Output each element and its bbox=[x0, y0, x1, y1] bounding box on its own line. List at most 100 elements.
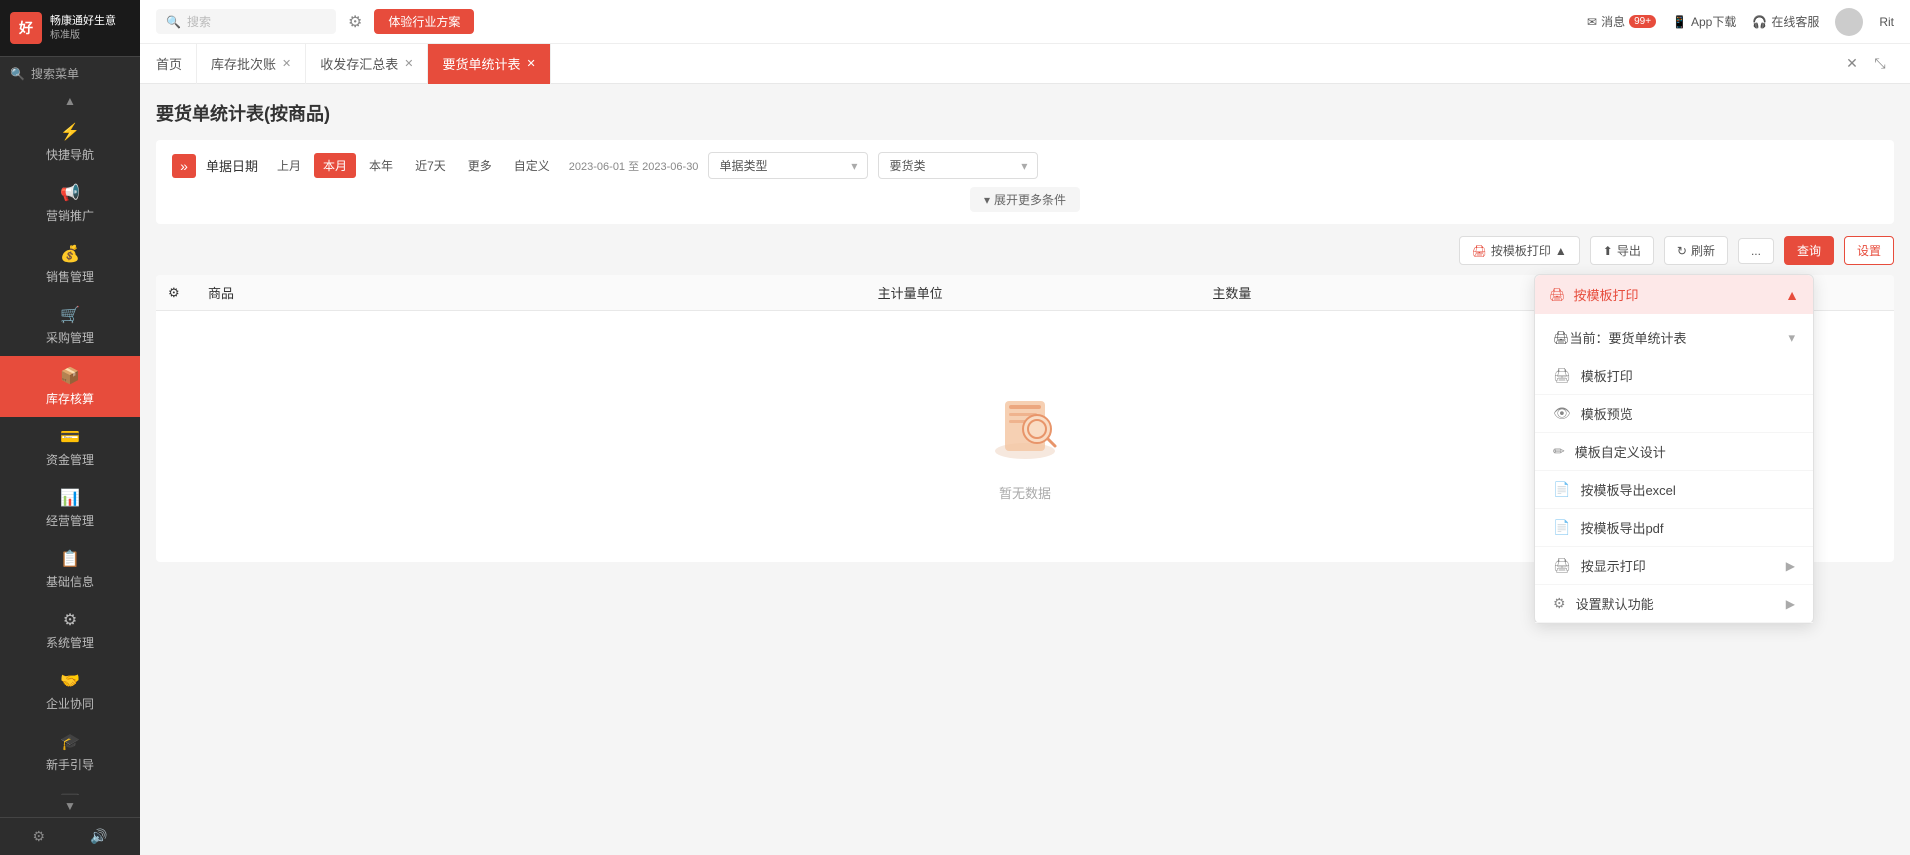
username-display: Rit bbox=[1879, 15, 1894, 29]
type-select[interactable]: 单据类型 ▾ bbox=[708, 152, 868, 179]
date-btn-本年[interactable]: 本年 bbox=[360, 153, 402, 178]
sidebar-item-finance[interactable]: 💳资金管理 bbox=[0, 417, 140, 478]
nav-label-sales: 销售管理 bbox=[46, 268, 94, 285]
dropdown-item-template-print[interactable]: 🖨模板打印 bbox=[1535, 357, 1813, 395]
dropdown-item-template-export-excel[interactable]: 📄按模板导出excel bbox=[1535, 471, 1813, 509]
dropdown-item-template-design[interactable]: ✏ 模板自定义设计 bbox=[1535, 433, 1813, 471]
date-btn-更多[interactable]: 更多 bbox=[459, 153, 501, 178]
tab-demand-summary[interactable]: 要货单统计表✕ bbox=[428, 44, 550, 84]
close-window-button[interactable]: ✕ bbox=[1842, 54, 1862, 74]
dropdown-print-icon: 🖨 bbox=[1549, 287, 1566, 303]
sidebar-item-guide[interactable]: 🎓新手引导 bbox=[0, 722, 140, 783]
user-avatar[interactable] bbox=[1835, 8, 1863, 36]
dropdown-item-template-export-pdf[interactable]: 📄 按模板导出pdf bbox=[1535, 509, 1813, 547]
nav-label-inventory: 库存核算 bbox=[46, 390, 94, 407]
nav-label-purchase: 采购管理 bbox=[46, 329, 94, 346]
date-btn-上月[interactable]: 上月 bbox=[268, 153, 310, 178]
dropdown-label-template-design: 模板自定义设计 bbox=[1575, 442, 1666, 461]
tab-home[interactable]: 首页 bbox=[156, 44, 197, 84]
sidebar-footer: ⚙ 🔊 bbox=[0, 817, 140, 855]
select-arrow-icon: ▾ bbox=[851, 159, 857, 173]
settings-footer-icon[interactable]: ⚙ bbox=[33, 828, 46, 845]
dropdown-current-section: 🖨 当前：要货单统计表 ▾ bbox=[1535, 314, 1813, 357]
dropdown-label-template-preview: 模板预览 bbox=[1581, 404, 1633, 423]
tab-close-collection-summary[interactable]: ✕ bbox=[404, 57, 413, 70]
nav-icon-purchase: 🛒 bbox=[60, 305, 80, 325]
sidebar-item-marketing[interactable]: 📢营销推广 bbox=[0, 173, 140, 234]
more-button[interactable]: ... bbox=[1738, 238, 1774, 264]
sidebar-item-basics[interactable]: 📋基础信息 bbox=[0, 539, 140, 600]
app-logo: 好 畅康通好生意 标准版 bbox=[0, 0, 140, 57]
app-download-button[interactable]: 📱 App下载 bbox=[1672, 13, 1736, 30]
date-range-display: 2023-06-01 至 2023-06-30 bbox=[569, 158, 699, 174]
tab-close-batch-account[interactable]: ✕ bbox=[282, 57, 291, 70]
refresh-button[interactable]: ↻ 刷新 bbox=[1664, 236, 1728, 265]
expand-more-button[interactable]: ▾ 展开更多条件 bbox=[970, 187, 1080, 212]
nav-icon-guide: 🎓 bbox=[60, 732, 80, 752]
nav-icon-marketing: 📢 bbox=[60, 183, 80, 203]
dropdown-icon-template-export-pdf: 📄 bbox=[1553, 519, 1570, 536]
phone-icon: 📱 bbox=[1672, 15, 1687, 29]
dropdown-item-template-preview[interactable]: 👁模板预览 bbox=[1535, 395, 1813, 433]
sidebar-scroll-down[interactable]: ▼ bbox=[0, 795, 140, 817]
table-col-_____: 主计量单位 bbox=[878, 283, 1213, 302]
sidebar-item-inventory[interactable]: 📦 库存核算 bbox=[0, 356, 140, 417]
export-button[interactable]: ⬆ 导出 bbox=[1590, 236, 1654, 265]
sidebar-nav: ⚡快捷导航📢营销推广💰销售管理 🛒 采购管理 📦 库存核算 💳资金管理📊经营管理📋基础信息… bbox=[0, 112, 140, 795]
filter-row: » 单据日期 上月本月本年近7天更多自定义 2023-06-01 至 2023-… bbox=[172, 152, 1878, 179]
page-title: 要货单统计表(按商品) bbox=[156, 100, 1894, 126]
dropdown-sub-label-display-print: 按显示打印 bbox=[1581, 556, 1646, 575]
table-col-_: ⚙ bbox=[168, 285, 208, 301]
nav-label-finance: 资金管理 bbox=[46, 451, 94, 468]
maximize-window-button[interactable]: ⤡ bbox=[1870, 54, 1890, 74]
online-service-button[interactable]: 🎧 在线客服 bbox=[1752, 13, 1819, 30]
dropdown-label-template-export-excel: 按模板导出excel bbox=[1580, 480, 1675, 499]
sidebar-item-sales[interactable]: 💰销售管理 bbox=[0, 234, 140, 295]
tab-label-collection-summary: 收发存汇总表 bbox=[320, 54, 398, 73]
sidebar-item-operations[interactable]: 📊经营管理 bbox=[0, 478, 140, 539]
date-btn-近7天[interactable]: 近7天 bbox=[406, 153, 455, 178]
tab-close-demand-summary[interactable]: ✕ bbox=[527, 57, 536, 70]
content-area: 要货单统计表(按商品) » 单据日期 上月本月本年近7天更多自定义 2023-0… bbox=[140, 84, 1910, 855]
print-template-button[interactable]: 🖨 按模板打印 ▲ bbox=[1459, 236, 1580, 265]
nav-label-operations: 经营管理 bbox=[46, 512, 94, 529]
date-btn-自定义[interactable]: 自定义 bbox=[505, 153, 559, 178]
topbar-search[interactable]: 🔍 搜索 bbox=[156, 9, 336, 34]
nav-icon-system: ⚙ bbox=[63, 610, 77, 630]
sidebar-item-cooperation[interactable]: 🤝企业协同 bbox=[0, 661, 140, 722]
sidebar-search[interactable]: 🔍 搜索菜单 bbox=[0, 57, 140, 90]
sidebar-item-purchase[interactable]: 🛒 采购管理 bbox=[0, 295, 140, 356]
refresh-icon: ↻ bbox=[1677, 244, 1687, 258]
dropdown-icon-template-design: ✏ bbox=[1553, 443, 1565, 460]
settings-button[interactable]: 设置 bbox=[1844, 236, 1894, 265]
sidebar-item-apps[interactable]: 🔲应用中心 bbox=[0, 783, 140, 795]
expand-filter-button[interactable]: » bbox=[172, 154, 196, 178]
nav-icon-cooperation: 🤝 bbox=[60, 671, 80, 691]
nav-label-system: 系统管理 bbox=[46, 634, 94, 651]
dropdown-label-template-print: 模板打印 bbox=[1581, 366, 1633, 385]
date-btn-本月[interactable]: 本月 bbox=[314, 153, 356, 178]
message-icon: ✉ bbox=[1587, 15, 1597, 29]
dropdown-label-template-export-pdf: 按模板导出pdf bbox=[1580, 518, 1663, 537]
table-col-__: 商品 bbox=[208, 283, 878, 302]
sidebar-scroll-up[interactable]: ▲ bbox=[0, 90, 140, 112]
topbar-actions: ✉ 消息 99+ 📱 App下载 🎧 在线客服 Rit bbox=[1587, 8, 1894, 36]
dropdown-sub-set-default[interactable]: ⚙设置默认功能▶ bbox=[1535, 585, 1813, 623]
query-button[interactable]: 查询 bbox=[1784, 236, 1834, 265]
dropdown-current-template[interactable]: 🖨 当前：要货单统计表 ▾ bbox=[1553, 322, 1795, 353]
sidebar-item-system[interactable]: ⚙ 系统管理 bbox=[0, 600, 140, 661]
sidebar-item-quick-nav[interactable]: ⚡快捷导航 bbox=[0, 112, 140, 173]
dropdown-header[interactable]: 🖨 按模板打印 ▲ bbox=[1535, 275, 1813, 314]
nav-icon-basics: 📋 bbox=[60, 549, 80, 569]
messages-button[interactable]: ✉ 消息 99+ bbox=[1587, 13, 1656, 30]
print-arrow-icon: ▲ bbox=[1555, 244, 1567, 258]
tab-collection-summary[interactable]: 收发存汇总表 ✕ bbox=[306, 44, 428, 84]
topbar-gear-icon[interactable]: ⚙ bbox=[348, 12, 362, 32]
dropdown-sub-display-print[interactable]: 🖨按显示打印▶ bbox=[1535, 547, 1813, 585]
nav-icon-inventory: 📦 bbox=[60, 366, 80, 386]
tab-batch-account[interactable]: 库存批次账✕ bbox=[197, 44, 306, 84]
sound-footer-icon[interactable]: 🔊 bbox=[90, 828, 107, 845]
window-buttons: ✕ ⤡ bbox=[1842, 54, 1894, 74]
demand-type-select[interactable]: 要货类 ▾ bbox=[878, 152, 1038, 179]
topbar-promo-button[interactable]: 体验行业方案 bbox=[374, 9, 474, 34]
